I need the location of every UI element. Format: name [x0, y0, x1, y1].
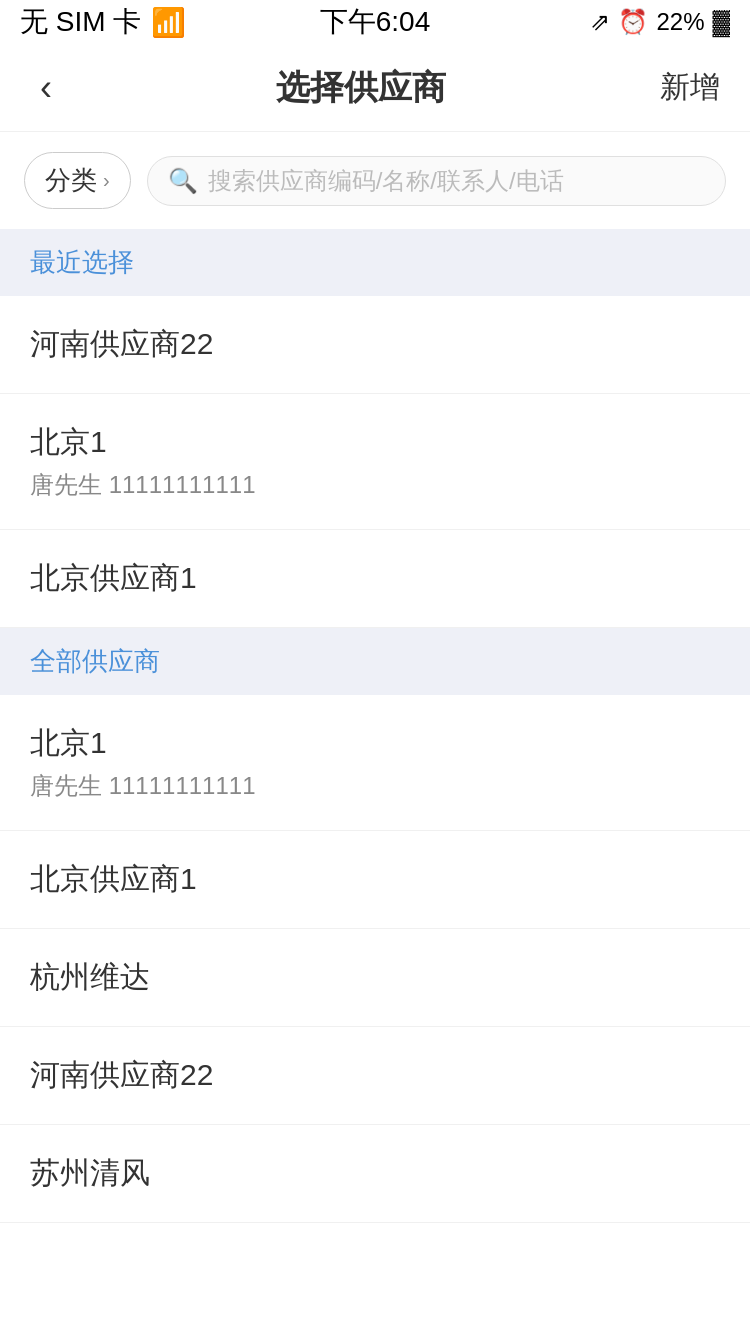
new-add-button[interactable]: 新增 [660, 67, 720, 108]
item-name: 北京1 [30, 422, 720, 463]
list-item[interactable]: 北京1 唐先生 11111111111 [0, 695, 750, 831]
item-name: 杭州维达 [30, 957, 720, 998]
category-label: 分类 [45, 163, 97, 198]
item-name: 北京供应商1 [30, 859, 720, 900]
location-icon: ⇗ [590, 8, 610, 36]
no-sim-label: 无 SIM 卡 [20, 3, 141, 41]
search-icon: 🔍 [168, 167, 198, 195]
recent-list: 河南供应商22 北京1 唐先生 11111111111 北京供应商1 [0, 296, 750, 628]
chevron-right-icon: › [103, 169, 110, 192]
item-name: 北京供应商1 [30, 558, 720, 599]
list-item[interactable]: 杭州维达 [0, 929, 750, 1027]
status-left: 无 SIM 卡 📶 [20, 3, 186, 41]
list-item[interactable]: 北京供应商1 [0, 530, 750, 628]
category-button[interactable]: 分类 › [24, 152, 131, 209]
all-section-label: 全部供应商 [30, 646, 160, 676]
item-name: 河南供应商22 [30, 324, 720, 365]
battery-label: 22% [656, 8, 704, 36]
list-item[interactable]: 河南供应商22 [0, 296, 750, 394]
item-sub: 唐先生 11111111111 [30, 770, 720, 802]
recent-section-label: 最近选择 [30, 247, 134, 277]
item-name: 苏州清风 [30, 1153, 720, 1194]
page-title: 选择供应商 [276, 65, 446, 111]
list-item[interactable]: 北京1 唐先生 11111111111 [0, 394, 750, 530]
item-name: 北京1 [30, 723, 720, 764]
status-bar: 无 SIM 卡 📶 下午6:04 ⇗ ⏰ 22% ▓ [0, 0, 750, 44]
list-item[interactable]: 河南供应商22 [0, 1027, 750, 1125]
item-sub: 唐先生 11111111111 [30, 469, 720, 501]
search-input[interactable] [208, 167, 705, 195]
recent-section-header: 最近选择 [0, 229, 750, 296]
back-button[interactable]: ‹ [30, 57, 62, 119]
status-right: ⇗ ⏰ 22% ▓ [590, 8, 730, 36]
nav-bar: ‹ 选择供应商 新增 [0, 44, 750, 132]
list-item[interactable]: 苏州清风 [0, 1125, 750, 1223]
all-list: 北京1 唐先生 11111111111 北京供应商1 杭州维达河南供应商22 苏州清风 [0, 695, 750, 1223]
status-time: 下午6:04 [320, 3, 431, 41]
filter-bar: 分类 › 🔍 [0, 132, 750, 229]
wifi-icon: 📶 [151, 6, 186, 39]
list-item[interactable]: 北京供应商1 [0, 831, 750, 929]
item-name: 河南供应商22 [30, 1055, 720, 1096]
search-box[interactable]: 🔍 [147, 156, 726, 206]
all-section-header: 全部供应商 [0, 628, 750, 695]
alarm-icon: ⏰ [618, 8, 648, 36]
battery-icon: ▓ [713, 8, 731, 36]
